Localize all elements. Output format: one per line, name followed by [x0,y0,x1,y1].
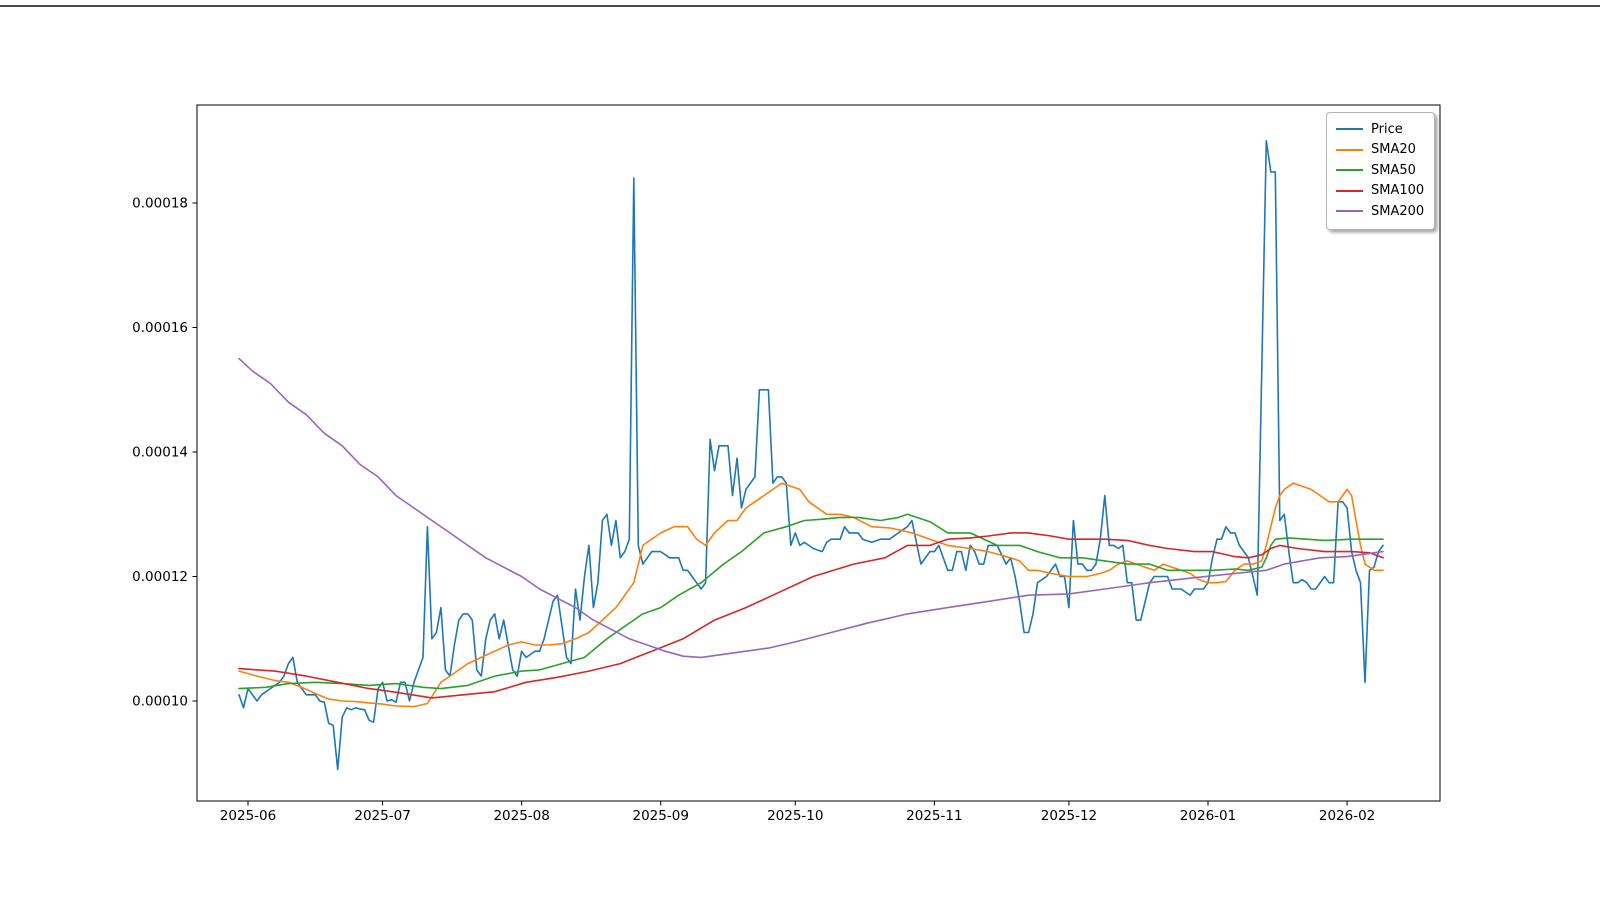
legend-item-sma100: SMA100 [1336,181,1424,202]
y-tick-label: 0.00016 [132,320,188,336]
legend-line-sample [1336,210,1363,213]
legend-line-sample [1336,189,1363,192]
legend-item-price: Price [1336,119,1424,140]
x-tick-label: 2026-01 [1180,808,1236,824]
series-line-sma100 [238,532,1384,699]
x-tick-label: 2025-06 [220,808,276,824]
legend-label: SMA100 [1371,183,1425,199]
legend-item-sma20: SMA20 [1336,140,1424,161]
series-line-sma20 [238,482,1384,708]
x-tick-label: 2026-02 [1319,808,1375,824]
x-tick-label: 2025-08 [493,808,549,824]
figure-window: 2025-06 2025-07 2025-08 2025-09 2025-10 2025-… [0,0,1600,900]
y-tick-label: 0.00010 [132,694,188,710]
y-tick-label: 0.00018 [132,196,188,212]
legend-line-sample [1336,148,1363,151]
y-tick-label: 0.00014 [132,445,188,461]
y-tick-label: 0.00012 [132,569,188,585]
x-tick-label: 2025-09 [633,808,689,824]
legend: Price SMA20 SMA50 SMA100 SMA200 [1326,112,1436,230]
legend-item-sma200: SMA200 [1336,201,1424,222]
series-line-price [238,140,1384,771]
legend-label: SMA200 [1371,203,1425,219]
legend-line-sample [1336,128,1363,131]
legend-item-sma50: SMA50 [1336,160,1424,181]
legend-line-sample [1336,169,1363,172]
legend-label: Price [1371,121,1403,137]
x-tick-label: 2025-10 [767,808,823,824]
series-line-sma200 [238,357,1384,659]
x-tick-label: 2025-11 [906,808,962,824]
legend-label: SMA20 [1371,142,1416,158]
x-tick-label: 2025-12 [1041,808,1097,824]
x-tick-label: 2025-07 [354,808,410,824]
legend-label: SMA50 [1371,162,1416,178]
series-line-sma50 [238,513,1384,690]
plot-area [196,104,1441,802]
